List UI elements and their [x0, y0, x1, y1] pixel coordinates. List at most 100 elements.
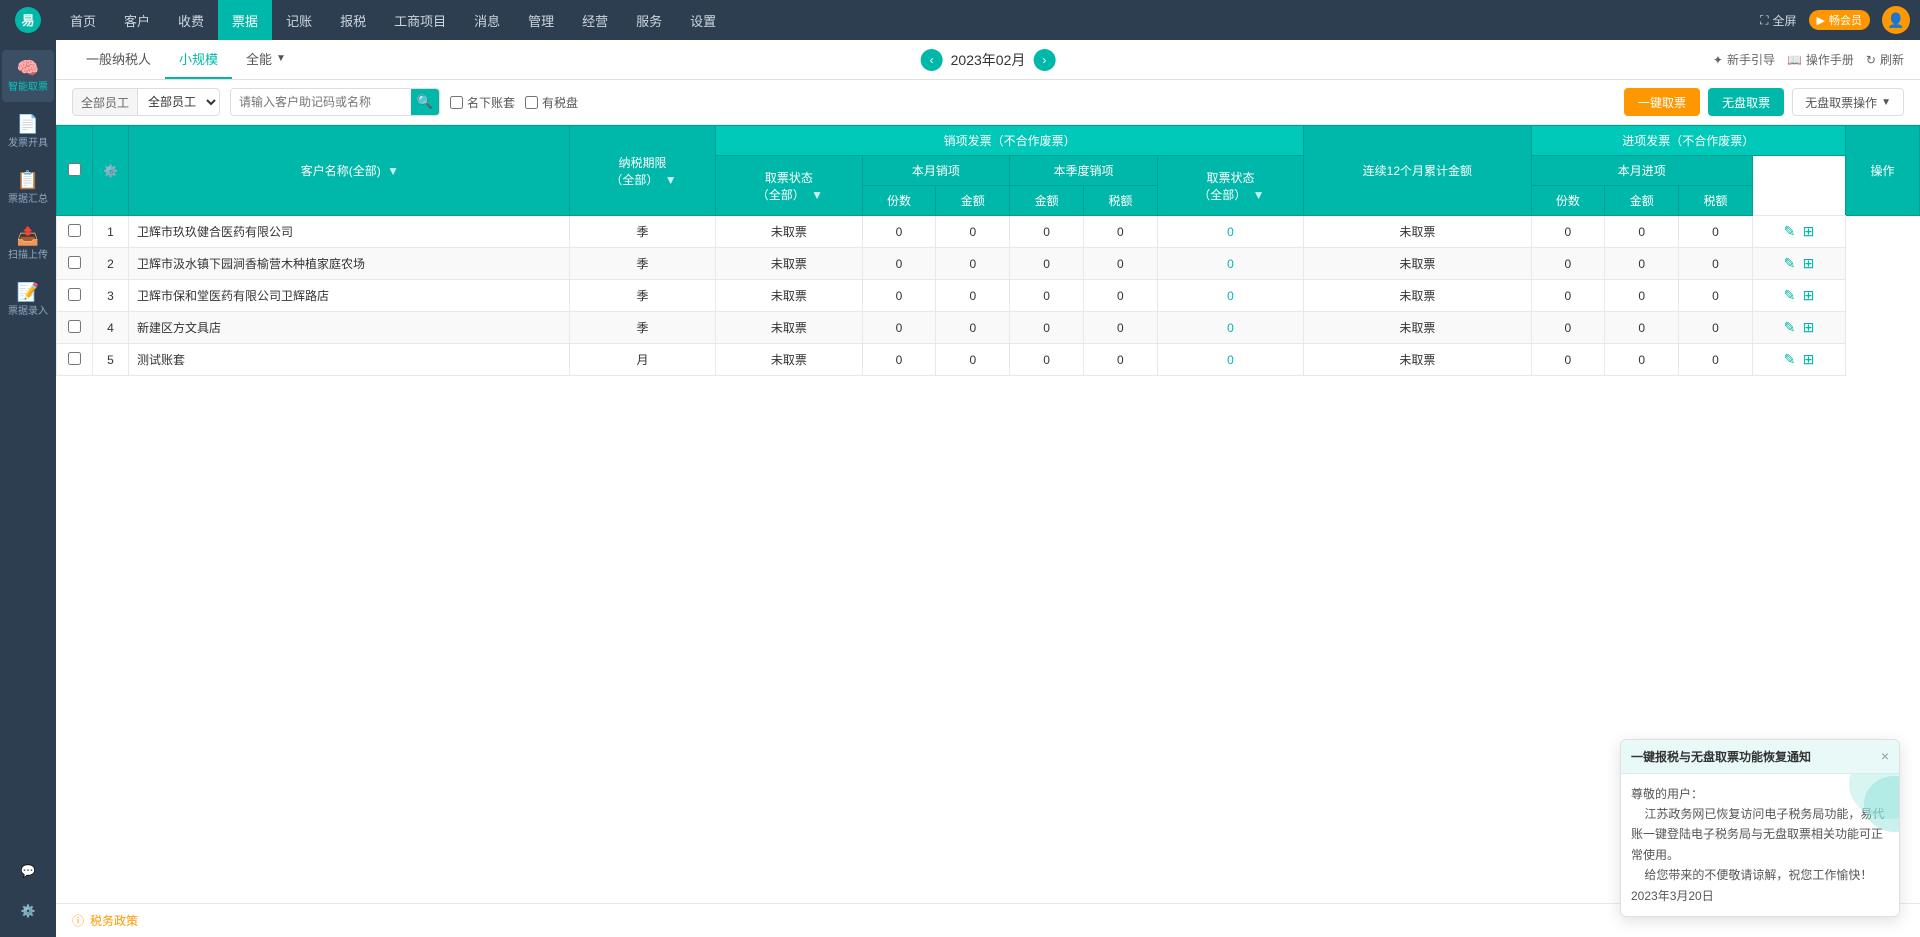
nav-bookkeeping[interactable]: 记账 — [272, 0, 326, 40]
nav-invoice[interactable]: 票据 — [218, 0, 272, 40]
nav-home[interactable]: 首页 — [56, 0, 110, 40]
settings-icon[interactable]: ⚙️ — [103, 164, 118, 178]
sidebar-settings-btn[interactable]: ⚙️ — [12, 895, 44, 927]
sidebar-label-upload: 扫描上传 — [8, 250, 48, 262]
row-month-purchase-amount: 0 — [1605, 216, 1679, 248]
table-row: 5 测试账套 月 未取票 0 0 0 0 0 未取票 0 0 0 ✎ ⊞ — [57, 344, 1920, 376]
sidebar-item-scan-upload[interactable]: 📤 扫描上传 — [2, 218, 54, 270]
row-month-sales-shares: 0 — [862, 344, 936, 376]
one-click-ticket-btn[interactable]: 一键取票 — [1624, 88, 1700, 116]
sidebar-item-intelligent-ticket[interactable]: 🧠 智能取票 — [2, 50, 54, 102]
fullscreen-icon: ⛶ — [1760, 13, 1768, 28]
row-month-purchase-shares: 0 — [1531, 248, 1605, 280]
no-disk-ticket-btn[interactable]: 无盘取票 — [1708, 88, 1784, 116]
fullscreen-btn[interactable]: ⛶ 全屏 — [1760, 12, 1796, 29]
tab-small-scale[interactable]: 小规模 — [165, 41, 232, 79]
nav-settings[interactable]: 设置 — [676, 0, 730, 40]
detail-action-icon[interactable]: ⊞ — [1803, 319, 1815, 335]
detail-action-icon[interactable]: ⊞ — [1803, 351, 1815, 367]
current-date: 2023年02月 — [951, 50, 1026, 70]
th-action: 操作 — [1846, 126, 1920, 216]
top-navigation: 易 首页 客户 收费 票据 记账 报税 工商项目 消息 管理 经营 服务 设置 … — [0, 0, 1920, 40]
employee-select[interactable]: 全部员工 — [138, 89, 219, 115]
edit-action-icon[interactable]: ✎ — [1784, 319, 1796, 335]
sales-status-filter-icon[interactable]: ▼ — [811, 188, 821, 198]
detail-action-icon[interactable]: ⊞ — [1803, 287, 1815, 303]
tab-general-taxpayer[interactable]: 一般纳税人 — [72, 41, 165, 79]
guide-btn[interactable]: ✦ 新手引导 — [1713, 51, 1775, 68]
row-checkbox[interactable] — [68, 288, 81, 301]
search-button[interactable]: 🔍 — [411, 88, 439, 116]
sidebar-item-invoice-summary[interactable]: 📋 票据汇总 — [2, 162, 54, 214]
nav-items: 首页 客户 收费 票据 记账 报税 工商项目 消息 管理 经营 服务 设置 — [56, 0, 1760, 40]
edit-action-icon[interactable]: ✎ — [1784, 223, 1796, 239]
row-cumulative[interactable]: 0 — [1157, 344, 1303, 376]
edit-action-icon[interactable]: ✎ — [1784, 287, 1796, 303]
row-tax-period: 月 — [569, 344, 715, 376]
has-tax-checkbox[interactable] — [525, 96, 538, 109]
notification-popup: 一键报税与无盘取票功能恢复通知 × 尊敬的用户： 江苏政务网已恢复访问电子税务局… — [1620, 739, 1900, 917]
select-all-checkbox[interactable] — [68, 163, 81, 176]
customer-filter-icon[interactable]: ▼ — [387, 164, 397, 174]
document-icon: 📄 — [17, 114, 39, 135]
app-logo[interactable]: 易 — [10, 2, 46, 38]
nav-tax[interactable]: 报税 — [326, 0, 380, 40]
row-cumulative[interactable]: 0 — [1157, 216, 1303, 248]
has-tax-label: 有税盘 — [542, 94, 578, 111]
toolbar-right-actions: 一键取票 无盘取票 无盘取票操作 ▼ — [1624, 88, 1904, 116]
name-account-checkbox-label[interactable]: 名下账套 — [450, 94, 515, 111]
detail-action-icon[interactable]: ⊞ — [1803, 223, 1815, 239]
nav-management[interactable]: 管理 — [514, 0, 568, 40]
row-cumulative[interactable]: 0 — [1157, 248, 1303, 280]
toolbar: 全部员工 全部员工 🔍 名下账套 有税盘 一键取票 无盘取票 无盘取票操作 ▼ — [56, 80, 1920, 125]
row-month-sales-amount: 0 — [936, 216, 1010, 248]
vip-label: 畅会员 — [1829, 12, 1862, 28]
purchase-status-filter-icon[interactable]: ▼ — [1253, 188, 1263, 198]
row-sales-status: 未取票 — [716, 280, 862, 312]
name-account-checkbox[interactable] — [450, 96, 463, 109]
row-customer: 新建区方文具店 — [129, 312, 570, 344]
row-checkbox[interactable] — [68, 320, 81, 333]
row-cumulative[interactable]: 0 — [1157, 280, 1303, 312]
row-month-purchase-shares: 0 — [1531, 344, 1605, 376]
tax-period-filter-icon[interactable]: ▼ — [665, 173, 675, 183]
nav-customer[interactable]: 客户 — [110, 0, 164, 40]
sidebar-label-entry: 票据录入 — [8, 306, 48, 318]
nav-right: ⛶ 全屏 ▶ 畅会员 👤 — [1760, 6, 1910, 34]
row-checkbox[interactable] — [68, 224, 81, 237]
row-month-purchase-amount: 0 — [1605, 344, 1679, 376]
nav-billing[interactable]: 收费 — [164, 0, 218, 40]
notification-title: 一键报税与无盘取票功能恢复通知 — [1631, 748, 1811, 765]
nav-operation[interactable]: 经营 — [568, 0, 622, 40]
detail-action-icon[interactable]: ⊞ — [1803, 255, 1815, 271]
tax-policy-link[interactable]: 税务政策 — [90, 912, 138, 929]
row-checkbox[interactable] — [68, 256, 81, 269]
prev-month-btn[interactable]: ‹ — [921, 49, 943, 71]
vip-button[interactable]: ▶ 畅会员 — [1809, 10, 1870, 30]
edit-action-icon[interactable]: ✎ — [1784, 351, 1796, 367]
manual-btn[interactable]: 📖 操作手册 — [1787, 51, 1854, 68]
sub-tabs-bar: 一般纳税人 小规模 全能 ▼ ‹ 2023年02月 › ✦ 新手引导 📖 操作手… — [56, 40, 1920, 80]
row-actions: ✎ ⊞ — [1752, 280, 1845, 312]
row-num: 1 — [93, 216, 129, 248]
nav-message[interactable]: 消息 — [460, 0, 514, 40]
row-quarter-sales-tax: 0 — [1083, 312, 1157, 344]
refresh-btn[interactable]: ↻ 刷新 — [1866, 51, 1904, 68]
sidebar-item-invoice-issue[interactable]: 📄 发票开具 — [2, 106, 54, 158]
row-checkbox-cell — [57, 248, 93, 280]
search-input[interactable] — [231, 89, 411, 115]
sidebar-item-invoice-entry[interactable]: 📝 票据录入 — [2, 274, 54, 326]
notification-close-btn[interactable]: × — [1881, 748, 1889, 764]
nav-service[interactable]: 服务 — [622, 0, 676, 40]
next-month-btn[interactable]: › — [1033, 49, 1055, 71]
sidebar-chat-btn[interactable]: 💬 — [12, 855, 44, 887]
row-actions: ✎ ⊞ — [1752, 248, 1845, 280]
nav-business[interactable]: 工商项目 — [380, 0, 460, 40]
row-cumulative[interactable]: 0 — [1157, 312, 1303, 344]
user-avatar[interactable]: 👤 — [1882, 6, 1910, 34]
has-tax-checkbox-label[interactable]: 有税盘 — [525, 94, 578, 111]
tab-all-capable[interactable]: 全能 ▼ — [232, 41, 300, 79]
edit-action-icon[interactable]: ✎ — [1784, 255, 1796, 271]
no-disk-operation-btn[interactable]: 无盘取票操作 ▼ — [1792, 88, 1904, 116]
row-checkbox[interactable] — [68, 352, 81, 365]
